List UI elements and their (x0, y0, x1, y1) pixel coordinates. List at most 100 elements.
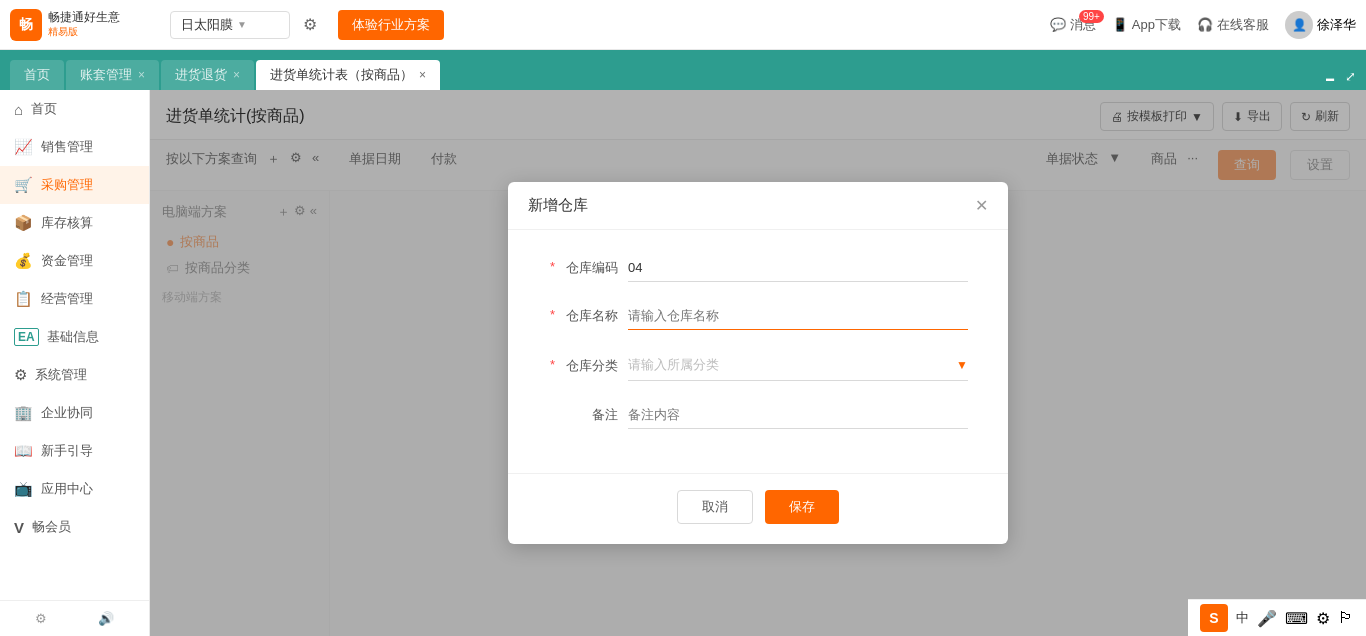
save-button[interactable]: 保存 (765, 490, 839, 524)
tab-home-label: 首页 (24, 66, 50, 84)
app-icon: 📱 (1112, 17, 1128, 32)
sidebar-settings-icon[interactable]: ⚙ (35, 611, 47, 626)
store-arrow-icon: ▼ (237, 19, 247, 30)
sidebar-item-guide[interactable]: 📖 新手引导 (0, 432, 149, 470)
sidebar-purchase-label: 采购管理 (41, 176, 93, 194)
keyboard-icon[interactable]: ⌨ (1285, 609, 1308, 628)
tab-purchase-stats-close-icon[interactable]: × (419, 68, 426, 82)
dialog-footer: 取消 保存 (508, 473, 1008, 544)
cancel-button[interactable]: 取消 (677, 490, 753, 524)
store-name: 日太阳膜 (181, 16, 233, 34)
bottom-bar: S 中 🎤 ⌨ ⚙ 🏳 (1188, 599, 1366, 636)
tab-home[interactable]: 首页 (10, 60, 64, 90)
tab-account-close-icon[interactable]: × (138, 68, 145, 82)
settings-icon-bottom[interactable]: ⚙ (1316, 609, 1330, 628)
code-input[interactable] (628, 254, 968, 282)
app-download-label: App下载 (1132, 16, 1181, 34)
category-arrow-icon: ▼ (956, 358, 968, 372)
sidebar: ⌂ 首页 📈 销售管理 🛒 采购管理 📦 库存核算 💰 资金管理 📋 经营管理 … (0, 90, 150, 636)
form-row-name: 仓库名称 (548, 302, 968, 330)
sidebar-guide-label: 新手引导 (41, 442, 93, 460)
dialog-close-icon[interactable]: ✕ (975, 196, 988, 215)
online-service-label: 在线客服 (1217, 16, 1269, 34)
tab-bar-right: 🗕 ⤢ (1324, 69, 1356, 90)
message-icon: 💬 (1050, 17, 1066, 32)
trial-button[interactable]: 体验行业方案 (338, 10, 444, 40)
sidebar-item-sales[interactable]: 📈 销售管理 (0, 128, 149, 166)
dialog-header: 新增仓库 ✕ (508, 182, 1008, 230)
note-input[interactable] (628, 401, 968, 429)
tab-purchase-return-close-icon[interactable]: × (233, 68, 240, 82)
category-select[interactable]: 请输入所属分类 ▼ (628, 350, 968, 381)
category-label: 仓库分类 (548, 357, 628, 375)
note-label: 备注 (548, 406, 628, 424)
sidebar-item-enterprise[interactable]: 🏢 企业协同 (0, 394, 149, 432)
sidebar-speaker-icon[interactable]: 🔊 (98, 611, 114, 626)
sidebar-item-basic-info[interactable]: EA 基础信息 (0, 318, 149, 356)
headset-icon: 🎧 (1197, 17, 1213, 32)
sidebar-finance-label: 资金管理 (41, 252, 93, 270)
tab-purchase-return[interactable]: 进货退货 × (161, 60, 254, 90)
mic-icon[interactable]: 🎤 (1257, 609, 1277, 628)
sidebar-item-operations[interactable]: 📋 经营管理 (0, 280, 149, 318)
sidebar-system-label: 系统管理 (35, 366, 87, 384)
tab-bar: 首页 账套管理 × 进货退货 × 进货单统计表（按商品） × 🗕 ⤢ (0, 50, 1366, 90)
code-label: 仓库编码 (548, 259, 628, 277)
app-download-item[interactable]: 📱 App下载 (1112, 16, 1181, 34)
header-right: 💬 消息 99+ 📱 App下载 🎧 在线客服 👤 徐泽华 (1050, 11, 1356, 39)
tab-purchase-stats[interactable]: 进货单统计表（按商品） × (256, 60, 440, 90)
system-icon: ⚙ (14, 366, 27, 384)
guide-icon: 📖 (14, 442, 33, 460)
flag-icon: 🏳 (1338, 609, 1354, 627)
tab-purchase-stats-label: 进货单统计表（按商品） (270, 66, 413, 84)
operations-icon: 📋 (14, 290, 33, 308)
sidebar-bottom: ⚙ 🔊 (0, 600, 149, 636)
store-selector[interactable]: 日太阳膜 ▼ (170, 11, 290, 39)
logo-icon: 畅 (10, 9, 42, 41)
name-input[interactable] (628, 302, 968, 330)
message-item[interactable]: 💬 消息 99+ (1050, 16, 1096, 34)
s-logo: S (1200, 604, 1228, 632)
sidebar-sales-label: 销售管理 (41, 138, 93, 156)
inventory-icon: 📦 (14, 214, 33, 232)
form-row-note: 备注 (548, 401, 968, 429)
dialog-title: 新增仓库 (528, 196, 588, 215)
sidebar-item-home[interactable]: ⌂ 首页 (0, 90, 149, 128)
home-icon: ⌂ (14, 101, 23, 118)
form-row-code: 仓库编码 (548, 254, 968, 282)
tab-account-label: 账套管理 (80, 66, 132, 84)
dialog-body: 仓库编码 仓库名称 仓库分类 请输入所属分类 ▼ (508, 230, 1008, 473)
sidebar-item-system[interactable]: ⚙ 系统管理 (0, 356, 149, 394)
sidebar-home-label: 首页 (31, 100, 57, 118)
sidebar-item-finance[interactable]: 💰 资金管理 (0, 242, 149, 280)
sidebar-item-inventory[interactable]: 📦 库存核算 (0, 204, 149, 242)
logo-text-wrap: 畅捷通好生意 精易版 (48, 10, 120, 40)
tab-minimize-icon[interactable]: 🗕 (1324, 69, 1337, 84)
logo-title: 畅捷通好生意 (48, 10, 120, 26)
form-row-category: 仓库分类 请输入所属分类 ▼ (548, 350, 968, 381)
tab-maximize-icon[interactable]: ⤢ (1345, 69, 1356, 84)
name-label: 仓库名称 (548, 307, 628, 325)
sales-icon: 📈 (14, 138, 33, 156)
sidebar-item-app[interactable]: 📺 应用中心 (0, 470, 149, 508)
settings-gear-icon[interactable]: ⚙ (294, 9, 326, 41)
logo-area: 畅 畅捷通好生意 精易版 (10, 9, 160, 41)
online-service-item[interactable]: 🎧 在线客服 (1197, 16, 1269, 34)
top-header: 畅 畅捷通好生意 精易版 日太阳膜 ▼ ⚙ 体验行业方案 💬 消息 99+ 📱 … (0, 0, 1366, 50)
tab-account[interactable]: 账套管理 × (66, 60, 159, 90)
content-area: 进货单统计(按商品) 🖨 按模板打印 ▼ ⬇ 导出 ↻ 刷新 按以下方案查询 (150, 90, 1366, 636)
basic-info-icon: EA (14, 328, 39, 346)
category-placeholder: 请输入所属分类 (628, 356, 719, 374)
new-warehouse-dialog: 新增仓库 ✕ 仓库编码 仓库名称 仓库 (508, 182, 1008, 544)
dialog-overlay: 新增仓库 ✕ 仓库编码 仓库名称 仓库 (150, 90, 1366, 636)
sidebar-operations-label: 经营管理 (41, 290, 93, 308)
logo-sub: 精易版 (48, 25, 120, 39)
sidebar-item-member[interactable]: V 畅会员 (0, 508, 149, 546)
sidebar-app-label: 应用中心 (41, 480, 93, 498)
user-avatar-area[interactable]: 👤 徐泽华 (1285, 11, 1356, 39)
chinese-label: 中 (1236, 609, 1249, 627)
username: 徐泽华 (1317, 16, 1356, 34)
sidebar-enterprise-label: 企业协同 (41, 404, 93, 422)
sidebar-item-purchase[interactable]: 🛒 采购管理 (0, 166, 149, 204)
main-layout: ⌂ 首页 📈 销售管理 🛒 采购管理 📦 库存核算 💰 资金管理 📋 经营管理 … (0, 90, 1366, 636)
